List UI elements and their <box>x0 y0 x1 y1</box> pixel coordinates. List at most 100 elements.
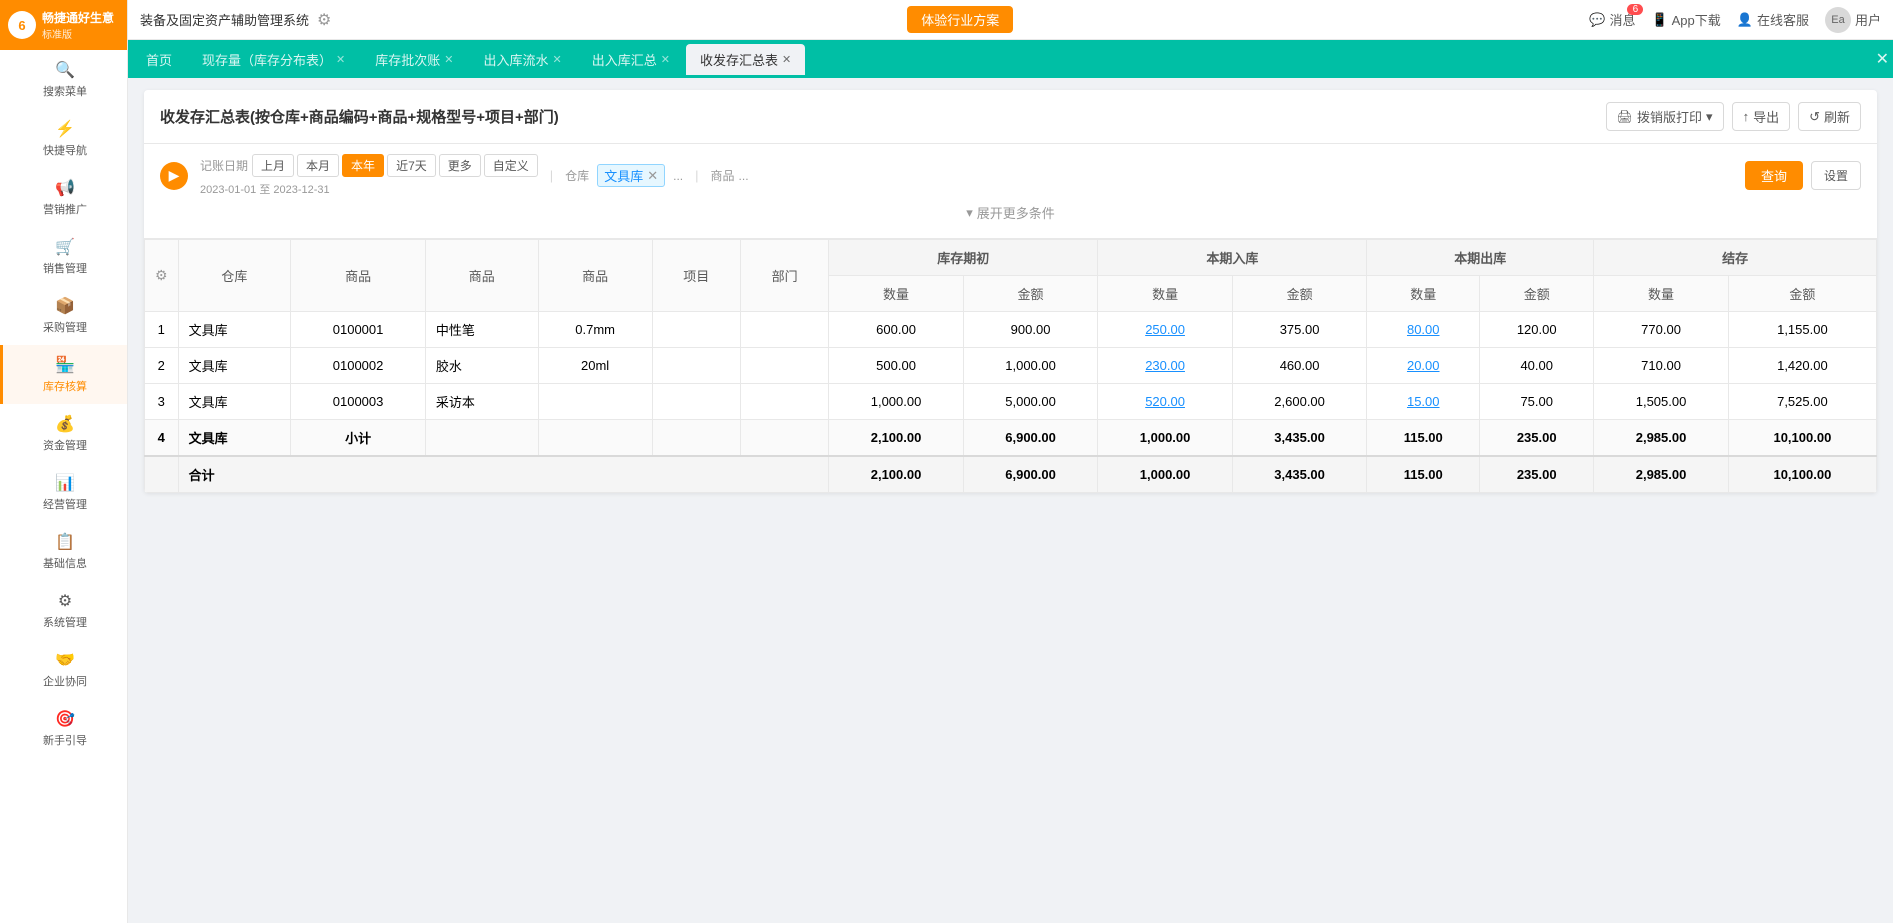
date-option-5[interactable]: 自定义 <box>484 154 538 177</box>
row-code: 小计 <box>291 420 426 457</box>
filter-collapse-btn[interactable]: ▶ <box>160 162 188 190</box>
row-no: 2 <box>145 348 179 384</box>
date-option-1[interactable]: 本月 <box>297 154 339 177</box>
warehouse-more[interactable]: ... <box>673 169 683 183</box>
col-dept-header: 部门 <box>740 240 828 312</box>
tab-home[interactable]: 首页 <box>132 44 186 75</box>
tab-recv-send-summary[interactable]: 收发存汇总表✕ <box>686 44 805 75</box>
export-button[interactable]: ↑ 导出 <box>1732 102 1791 131</box>
tab-label-inout-summary: 出入库汇总 <box>592 50 657 69</box>
row-open-amt: 5,000.00 <box>963 384 1098 420</box>
tab-close-inout-summary[interactable]: ✕ <box>661 53 670 66</box>
page-actions: 🖨 拨销版打印 ▾ ↑ 导出 ↺ 刷新 <box>1606 102 1862 131</box>
tab-close-recv-send-summary[interactable]: ✕ <box>782 53 791 66</box>
sidebar-item-collab[interactable]: 🤝企业协同 <box>0 640 127 699</box>
sidebar-item-basic[interactable]: 📋基础信息 <box>0 522 127 581</box>
tab-close-batch-account[interactable]: ✕ <box>444 53 453 66</box>
sidebar-item-finance[interactable]: 💰资金管理 <box>0 404 127 463</box>
page-header: 收发存汇总表(按仓库+商品编码+商品+规格型号+项目+部门) 🖨 拨销版打印 ▾… <box>144 90 1877 144</box>
query-button[interactable]: 查询 <box>1745 161 1803 190</box>
sidebar-icon-search: 🔍 <box>55 60 75 80</box>
row-out-qty[interactable]: 80.00 <box>1367 312 1480 348</box>
sidebar: 6 畅捷通好生意 标准版 🔍搜索菜单⚡快捷导航📢营销推广🛒销售管理📦采购管理🏪库… <box>0 0 128 923</box>
settings-icon[interactable]: ⚙ <box>317 10 331 30</box>
tab-bar: 首页现存量（库存分布表）✕库存批次账✕出入库流水✕出入库汇总✕收发存汇总表✕ ✕ <box>128 40 1893 78</box>
print-button[interactable]: 🖨 拨销版打印 ▾ <box>1606 102 1724 131</box>
date-option-4[interactable]: 更多 <box>439 154 481 177</box>
total-open-amt: 6,900.00 <box>963 456 1098 493</box>
row-dept <box>740 348 828 384</box>
user-button[interactable]: Ea 用户 <box>1825 7 1881 33</box>
tab-stock-dist[interactable]: 现存量（库存分布表）✕ <box>188 44 359 75</box>
col-opening-header: 库存期初 <box>829 240 1098 276</box>
table-row: 4 文具库 小计 2,100.00 6,900.00 1,000.00 3,43… <box>145 420 1877 457</box>
logo-text: 畅捷通好生意 标准版 <box>42 9 114 41</box>
total-bal-qty: 2,985.00 <box>1594 456 1729 493</box>
warehouse-tag[interactable]: 文具库 ✕ <box>597 164 665 187</box>
date-option-0[interactable]: 上月 <box>252 154 294 177</box>
expand-more-button[interactable]: ▾ 展开更多条件 <box>160 197 1861 228</box>
row-out-amt: 235.00 <box>1480 420 1594 457</box>
refresh-button[interactable]: ↺ 刷新 <box>1798 102 1861 131</box>
sidebar-item-guide[interactable]: 🎯新手引导 <box>0 699 127 758</box>
refresh-icon: ↺ <box>1809 109 1820 125</box>
sidebar-item-sales[interactable]: 🛒销售管理 <box>0 227 127 286</box>
tab-inout-summary[interactable]: 出入库汇总 ✕ <box>578 44 684 75</box>
warehouse-tag-close-icon[interactable]: ✕ <box>647 168 658 184</box>
row-in-qty[interactable]: 230.00 <box>1098 348 1233 384</box>
table-row: 3 文具库 0100003 采访本 1,000.00 5,000.00 520.… <box>145 384 1877 420</box>
app-download-button[interactable]: 📱 App下载 <box>1651 10 1720 29</box>
row-in-qty[interactable]: 520.00 <box>1098 384 1233 420</box>
sidebar-label-business: 经营管理 <box>43 496 87 512</box>
sidebar-item-search[interactable]: 🔍搜索菜单 <box>0 50 127 109</box>
trial-button[interactable]: 体验行业方案 <box>907 6 1013 33</box>
table-settings-icon[interactable]: ⚙ <box>155 267 168 283</box>
sidebar-item-inventory[interactable]: 🏪库存核算 <box>0 345 127 404</box>
tab-inout-flow[interactable]: 出入库流水✕ <box>469 44 575 75</box>
sidebar-item-quick-nav[interactable]: ⚡快捷导航 <box>0 109 127 168</box>
row-dept <box>740 384 828 420</box>
filter-action-buttons: 查询 设置 <box>1745 161 1861 190</box>
app-logo: 6 畅捷通好生意 标准版 <box>0 0 127 50</box>
col-spec-header: 商品 <box>538 240 652 312</box>
row-spec <box>538 420 652 457</box>
sidebar-icon-business: 📊 <box>55 473 75 493</box>
col-open-amt: 金额 <box>963 276 1098 312</box>
tab-close-stock-dist[interactable]: ✕ <box>336 53 345 66</box>
row-out-amt: 120.00 <box>1480 312 1594 348</box>
sidebar-item-marketing[interactable]: 📢营销推广 <box>0 168 127 227</box>
row-warehouse: 文具库 <box>178 312 291 348</box>
row-code: 0100002 <box>291 348 426 384</box>
row-dept <box>740 420 828 457</box>
goods-more[interactable]: ... <box>739 169 749 183</box>
close-all-tabs-icon[interactable]: ✕ <box>1876 49 1889 69</box>
filter-row-1: ▶ 记账日期 上月本月本年近7天更多自定义 2023-01-01 至 2023-… <box>160 154 1861 197</box>
row-in-qty[interactable]: 250.00 <box>1098 312 1233 348</box>
row-in-qty: 1,000.00 <box>1098 420 1233 457</box>
date-option-2[interactable]: 本年 <box>342 154 384 177</box>
sidebar-item-business[interactable]: 📊 经营管理 <box>0 463 127 522</box>
sidebar-icon-system: ⚙ <box>58 591 72 611</box>
row-out-qty[interactable]: 20.00 <box>1367 348 1480 384</box>
sidebar-label-sales: 销售管理 <box>43 260 87 276</box>
avatar: Ea <box>1825 7 1851 33</box>
row-out-qty[interactable]: 15.00 <box>1367 384 1480 420</box>
total-out-qty: 115.00 <box>1367 456 1480 493</box>
col-balance-header: 结存 <box>1594 240 1877 276</box>
message-button[interactable]: 💬 消息 6 <box>1589 10 1635 29</box>
tabs-container: 首页现存量（库存分布表）✕库存批次账✕出入库流水✕出入库汇总✕收发存汇总表✕ <box>132 44 805 75</box>
row-spec: 0.7mm <box>538 312 652 348</box>
tab-label-batch-account: 库存批次账 <box>375 50 440 69</box>
service-icon: 👤 <box>1737 12 1753 28</box>
date-label: 记账日期 <box>200 157 248 174</box>
sidebar-item-purchase[interactable]: 📦采购管理 <box>0 286 127 345</box>
row-open-qty: 2,100.00 <box>829 420 964 457</box>
online-service-button[interactable]: 👤 在线客服 <box>1737 10 1809 29</box>
filter-date-section: 记账日期 上月本月本年近7天更多自定义 2023-01-01 至 2023-12… <box>200 154 538 197</box>
sidebar-item-system[interactable]: ⚙系统管理 <box>0 581 127 640</box>
row-goods: 中性笔 <box>425 312 538 348</box>
date-option-3[interactable]: 近7天 <box>387 154 436 177</box>
tab-close-inout-flow[interactable]: ✕ <box>553 53 562 66</box>
filter-settings-button[interactable]: 设置 <box>1811 161 1861 190</box>
tab-batch-account[interactable]: 库存批次账 ✕ <box>361 44 467 75</box>
